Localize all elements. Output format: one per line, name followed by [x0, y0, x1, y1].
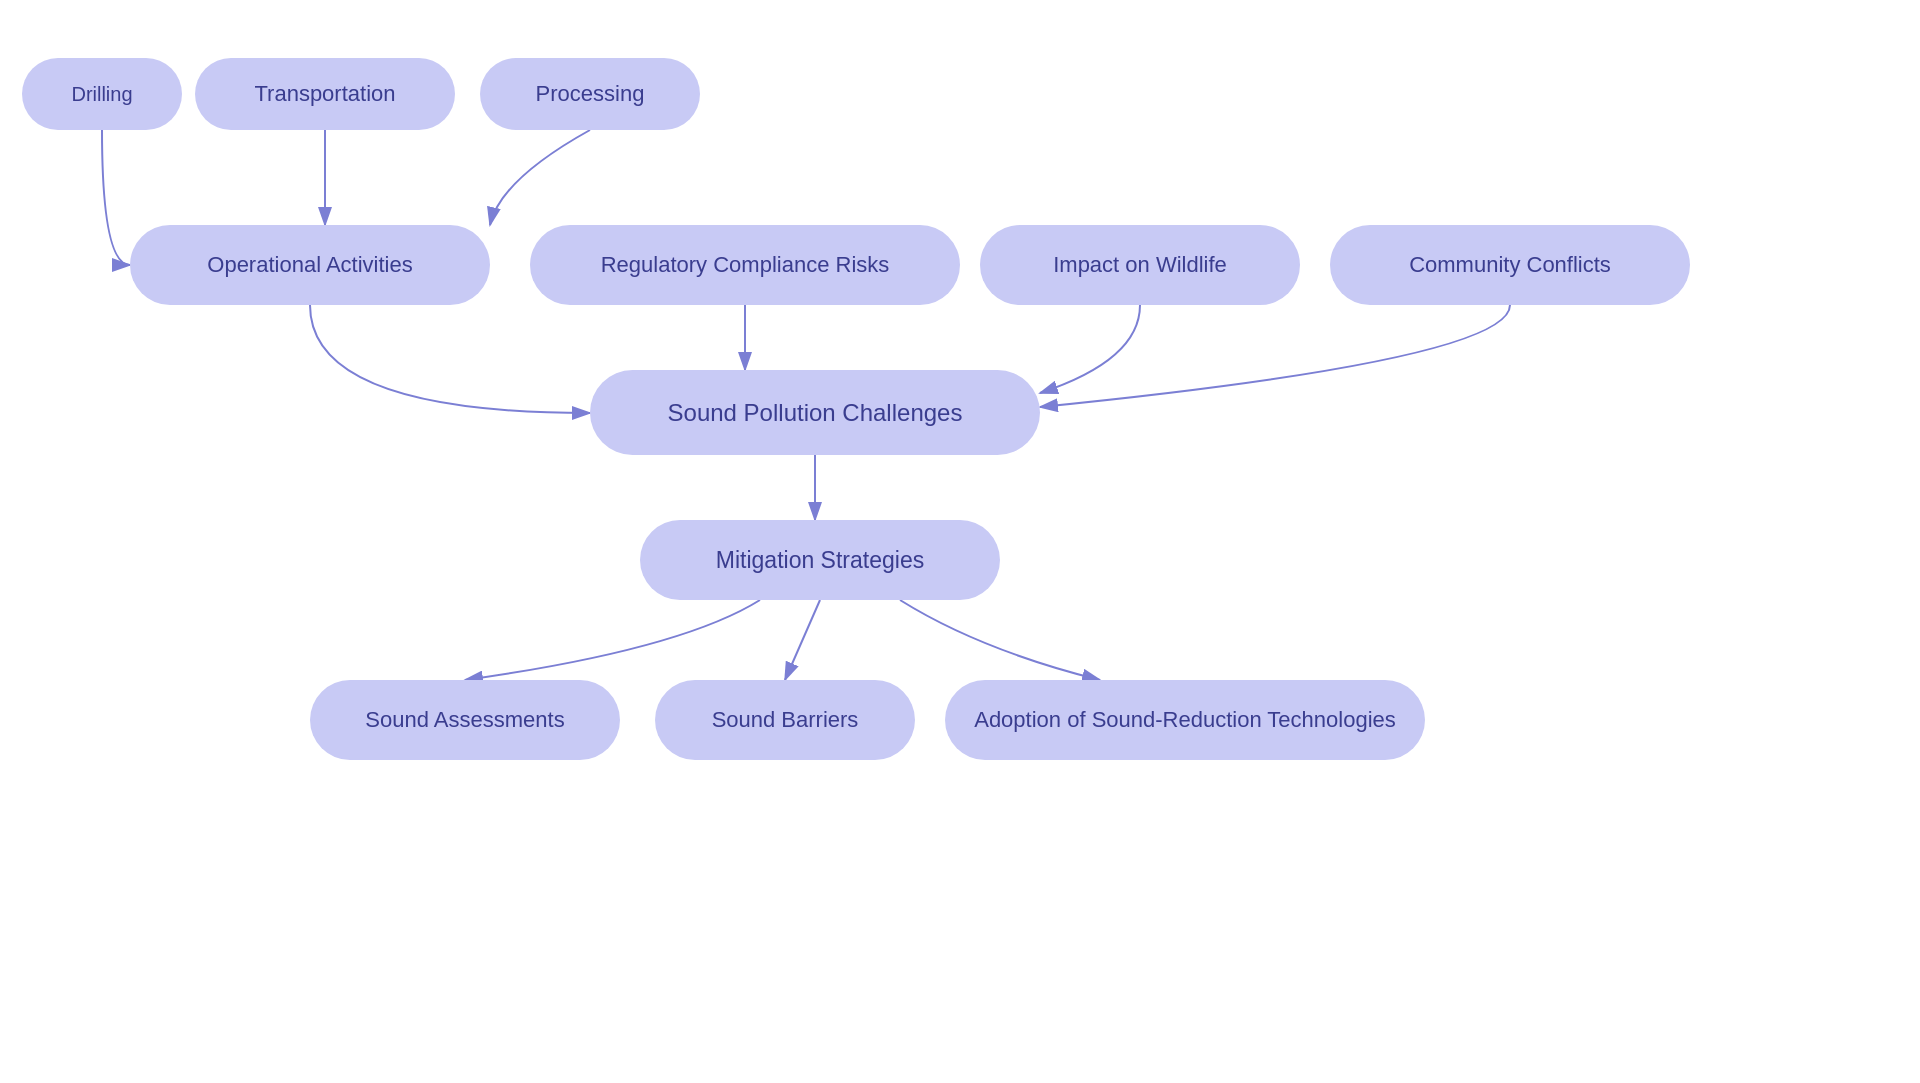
drilling-node: Drilling — [22, 58, 182, 130]
community-conflicts-node: Community Conflicts — [1330, 225, 1690, 305]
mitigation-strategies-node: Mitigation Strategies — [640, 520, 1000, 600]
sound-reduction-node: Adoption of Sound-Reduction Technologies — [945, 680, 1425, 760]
operational-activities-node: Operational Activities — [130, 225, 490, 305]
sound-assessments-node: Sound Assessments — [310, 680, 620, 760]
transportation-node: Transportation — [195, 58, 455, 130]
processing-node: Processing — [480, 58, 700, 130]
impact-wildlife-node: Impact on Wildlife — [980, 225, 1300, 305]
sound-pollution-node: Sound Pollution Challenges — [590, 370, 1040, 455]
regulatory-compliance-node: Regulatory Compliance Risks — [530, 225, 960, 305]
sound-barriers-node: Sound Barriers — [655, 680, 915, 760]
